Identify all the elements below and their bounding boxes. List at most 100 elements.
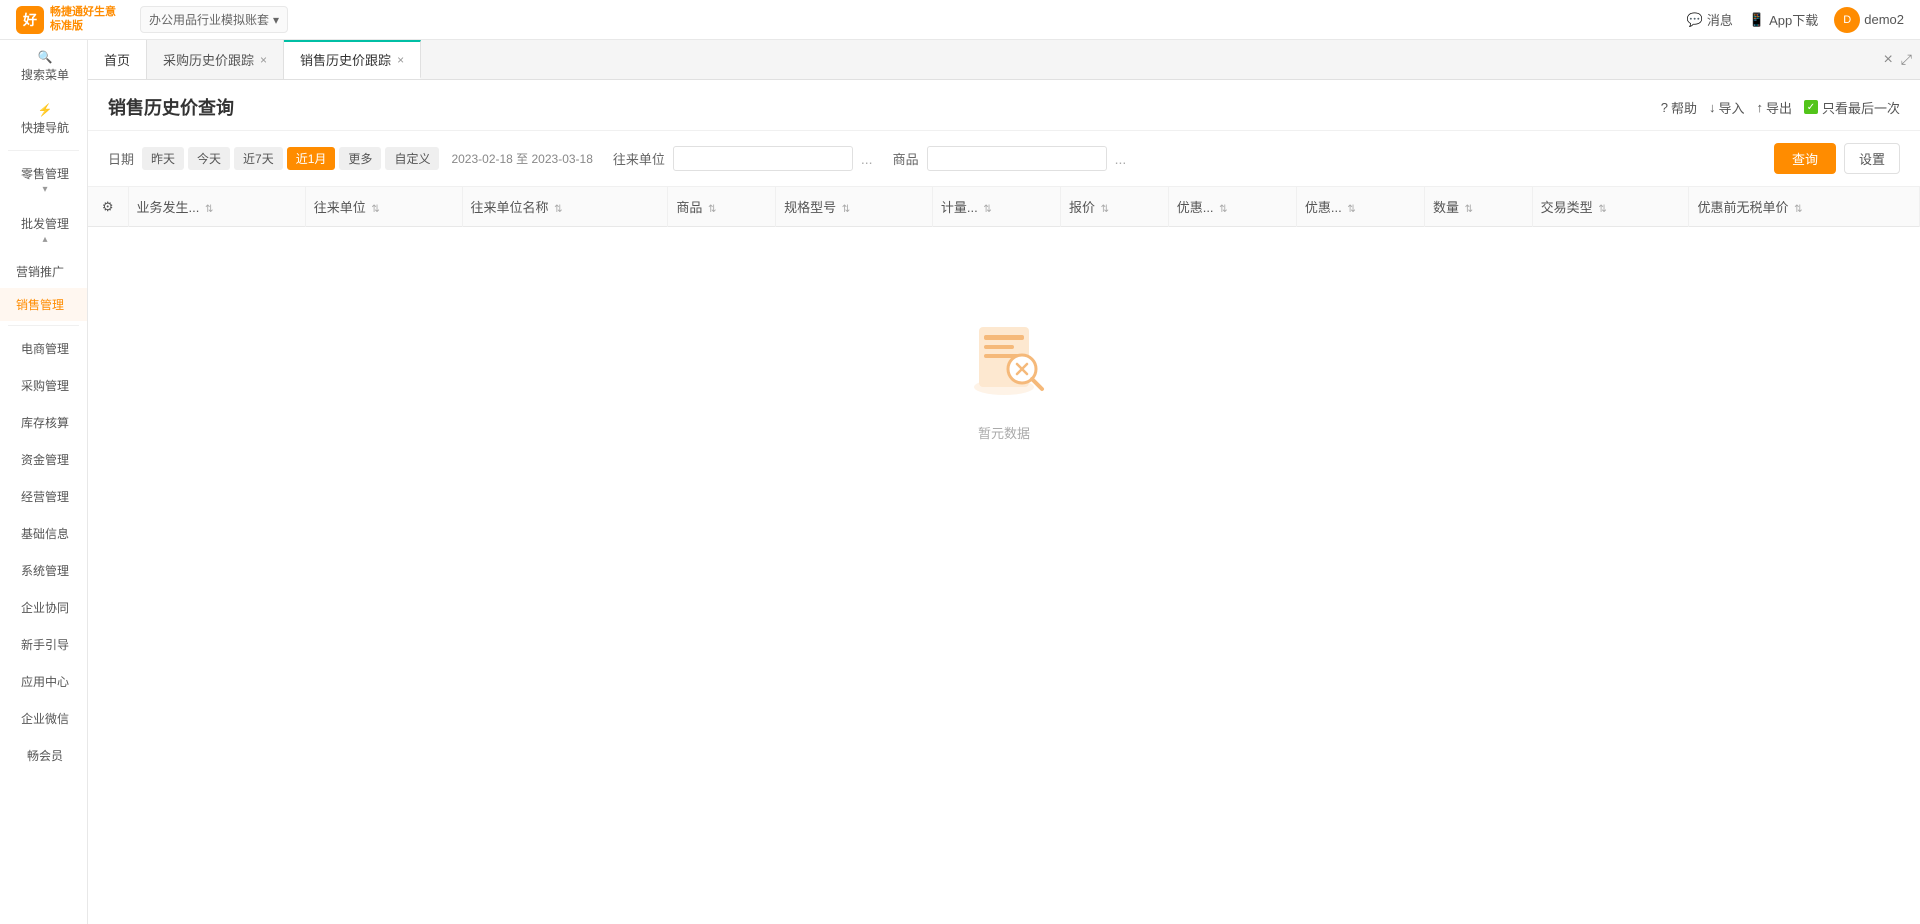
tab-close-purchase[interactable]: × bbox=[260, 53, 267, 67]
app-download-button[interactable]: 📱 App下载 bbox=[1749, 10, 1818, 29]
empty-state: 暂元数据 bbox=[88, 227, 1920, 522]
product-input[interactable] bbox=[927, 146, 1107, 171]
tab-bar-actions: × ⤢ bbox=[1883, 40, 1920, 79]
date-filter-label: 日期 bbox=[108, 149, 134, 168]
settings-button[interactable]: 设置 bbox=[1844, 143, 1900, 174]
app-selector[interactable]: 办公用品行业模拟账套 ▾ bbox=[140, 6, 288, 33]
checkbox-icon: ✓ bbox=[1804, 100, 1818, 114]
col-unit[interactable]: 计量... ⇅ bbox=[932, 187, 1060, 227]
page-title: 销售历史价查询 bbox=[108, 94, 234, 120]
col-biz-date[interactable]: 业务发生... ⇅ bbox=[128, 187, 305, 227]
sidebar-item-wechat[interactable]: 企业微信 bbox=[0, 700, 87, 737]
sidebar-item-marketing[interactable]: 营销推广 bbox=[0, 255, 87, 288]
sidebar: 🔍 搜索菜单 ⚡ 快捷导航 零售管理 ▾ 批发管理 ▴ 营销推广 销售管理 电商… bbox=[0, 40, 88, 924]
logo-icon: 好 bbox=[16, 6, 44, 34]
date-range-text: 2023-02-18 至 2023-03-18 bbox=[451, 150, 592, 167]
search-icon: 🔍 bbox=[38, 50, 53, 64]
sidebar-item-guide[interactable]: 新手引导 bbox=[0, 626, 87, 663]
tab-home[interactable]: 首页 bbox=[88, 40, 147, 79]
sidebar-item-sales-mgmt[interactable]: 销售管理 bbox=[0, 288, 87, 321]
page-content: 销售历史价查询 ? 帮助 ↓ 导入 ↑ 导出 bbox=[88, 80, 1920, 924]
filter-bar: 日期 昨天 今天 近7天 近1月 更多 自定义 2023-02-18 至 202… bbox=[88, 131, 1920, 187]
query-button[interactable]: 查询 bbox=[1774, 143, 1836, 174]
sidebar-item-purchase[interactable]: 采购管理 bbox=[0, 367, 87, 404]
partner-dots[interactable]: ... bbox=[861, 151, 873, 167]
date-btn-yesterday[interactable]: 昨天 bbox=[142, 147, 184, 170]
partner-filter-label: 往来单位 bbox=[613, 149, 665, 168]
sort-icon: ⇅ bbox=[842, 204, 850, 215]
date-btn-custom[interactable]: 自定义 bbox=[385, 147, 439, 170]
col-trade-type[interactable]: 交易类型 ⇅ bbox=[1532, 187, 1689, 227]
col-product[interactable]: 商品 ⇅ bbox=[668, 187, 776, 227]
sidebar-item-inventory[interactable]: 库存核算 bbox=[0, 404, 87, 441]
col-discount1[interactable]: 优惠... ⇅ bbox=[1168, 187, 1296, 227]
tab-sales[interactable]: 销售历史价跟踪 × bbox=[284, 40, 421, 79]
product-dots[interactable]: ... bbox=[1115, 151, 1127, 167]
sidebar-item-member[interactable]: 畅会员 bbox=[0, 737, 87, 774]
logo-text: 畅捷通好生意 标准版 bbox=[50, 6, 116, 32]
sidebar-item-ecommerce[interactable]: 电商管理 bbox=[0, 330, 87, 367]
sidebar-divider-1 bbox=[8, 150, 79, 151]
sort-icon: ⇅ bbox=[1219, 204, 1227, 215]
col-settings[interactable]: ⚙ bbox=[88, 187, 128, 227]
col-quantity[interactable]: 数量 ⇅ bbox=[1424, 187, 1532, 227]
logo-area: 好 畅捷通好生意 标准版 bbox=[16, 6, 116, 34]
sidebar-item-retail[interactable]: 零售管理 ▾ bbox=[0, 155, 87, 205]
date-btn-7days[interactable]: 近7天 bbox=[234, 147, 283, 170]
import-icon: ↓ bbox=[1709, 100, 1716, 115]
col-spec[interactable]: 规格型号 ⇅ bbox=[776, 187, 933, 227]
sidebar-item-basic[interactable]: 基础信息 bbox=[0, 515, 87, 552]
last-only-checkbox[interactable]: ✓ 只看最后一次 bbox=[1804, 98, 1900, 117]
filter-actions: 查询 设置 bbox=[1774, 143, 1900, 174]
date-btn-today[interactable]: 今天 bbox=[188, 147, 230, 170]
sidebar-item-operations[interactable]: 经营管理 bbox=[0, 478, 87, 515]
user-menu-button[interactable]: D demo2 bbox=[1834, 7, 1904, 33]
date-filter-group: 日期 昨天 今天 近7天 近1月 更多 自定义 2023-02-18 至 202… bbox=[108, 147, 593, 170]
sort-icon: ⇅ bbox=[554, 204, 562, 215]
sidebar-item-system[interactable]: 系统管理 bbox=[0, 552, 87, 589]
page-header: 销售历史价查询 ? 帮助 ↓ 导入 ↑ 导出 bbox=[88, 80, 1920, 131]
sort-icon: ⇅ bbox=[983, 204, 991, 215]
sidebar-item-wholesale[interactable]: 批发管理 ▴ bbox=[0, 205, 87, 255]
top-header: 好 畅捷通好生意 标准版 办公用品行业模拟账套 ▾ 💬 消息 📱 App下载 D… bbox=[0, 0, 1920, 40]
message-icon: 💬 bbox=[1687, 12, 1703, 28]
col-quote[interactable]: 报价 ⇅ bbox=[1061, 187, 1169, 227]
date-btn-more[interactable]: 更多 bbox=[339, 147, 381, 170]
close-window-icon[interactable]: × bbox=[1883, 51, 1892, 69]
partner-input[interactable] bbox=[673, 146, 853, 171]
header-right: 💬 消息 📱 App下载 D demo2 bbox=[1687, 7, 1904, 33]
import-link[interactable]: ↓ 导入 bbox=[1709, 98, 1745, 117]
sort-icon: ⇅ bbox=[205, 204, 213, 215]
chevron-up-icon: ▴ bbox=[42, 234, 47, 245]
product-filter-group: 商品 ... bbox=[893, 146, 1127, 171]
sidebar-item-enterprise[interactable]: 企业协同 bbox=[0, 589, 87, 626]
export-icon: ↑ bbox=[1756, 100, 1763, 115]
page-header-actions: ? 帮助 ↓ 导入 ↑ 导出 ✓ 只看最后一 bbox=[1661, 98, 1900, 117]
quicknav-icon: ⚡ bbox=[38, 103, 53, 117]
sort-icon: ⇅ bbox=[1598, 204, 1606, 215]
date-btn-1month[interactable]: 近1月 bbox=[287, 147, 336, 170]
table-header-row: ⚙ 业务发生... ⇅ 往来单位 ⇅ 往来单位名称 ⇅ bbox=[88, 187, 1920, 227]
col-partner[interactable]: 往来单位 ⇅ bbox=[305, 187, 462, 227]
sidebar-item-apps[interactable]: 应用中心 bbox=[0, 663, 87, 700]
tab-close-sales[interactable]: × bbox=[397, 53, 404, 67]
sort-icon: ⇅ bbox=[1794, 204, 1802, 215]
sidebar-item-search[interactable]: 🔍 搜索菜单 bbox=[0, 40, 87, 93]
sort-icon: ⇅ bbox=[1101, 204, 1109, 215]
message-button[interactable]: 💬 消息 bbox=[1687, 10, 1733, 29]
sidebar-divider-2 bbox=[8, 325, 79, 326]
sidebar-item-finance[interactable]: 资金管理 bbox=[0, 441, 87, 478]
col-partner-name[interactable]: 往来单位名称 ⇅ bbox=[462, 187, 668, 227]
tab-purchase[interactable]: 采购历史价跟踪 × bbox=[147, 40, 284, 79]
tab-bar: 首页 采购历史价跟踪 × 销售历史价跟踪 × × ⤢ bbox=[88, 40, 1920, 80]
help-link[interactable]: ? 帮助 bbox=[1661, 98, 1697, 117]
sort-icon: ⇅ bbox=[1465, 204, 1473, 215]
col-discount2[interactable]: 优惠... ⇅ bbox=[1296, 187, 1424, 227]
maximize-icon[interactable]: ⤢ bbox=[1901, 51, 1912, 68]
empty-illustration bbox=[954, 307, 1054, 407]
export-link[interactable]: ↑ 导出 bbox=[1756, 98, 1792, 117]
sidebar-item-quicknav[interactable]: ⚡ 快捷导航 bbox=[0, 93, 87, 146]
col-pre-tax-price[interactable]: 优惠前无税单价 ⇅ bbox=[1689, 187, 1920, 227]
date-buttons: 昨天 今天 近7天 近1月 更多 自定义 bbox=[142, 147, 439, 170]
content-area: 首页 采购历史价跟踪 × 销售历史价跟踪 × × ⤢ 销售历史价查询 bbox=[88, 40, 1920, 924]
